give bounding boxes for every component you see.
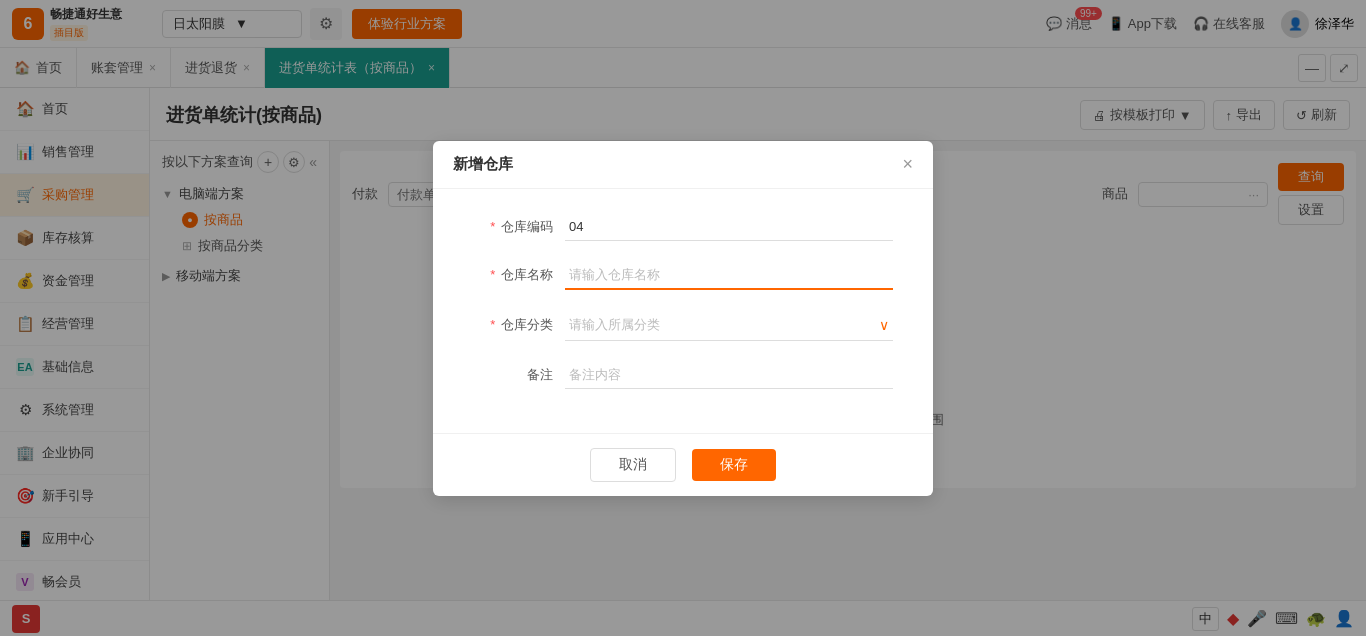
modal-header: 新增仓库 × bbox=[433, 141, 933, 189]
modal-close-button[interactable]: × bbox=[902, 155, 913, 173]
category-label: * 仓库分类 bbox=[473, 316, 553, 334]
warehouse-code-input[interactable] bbox=[565, 213, 893, 241]
form-row-code: * 仓库编码 bbox=[473, 213, 893, 241]
form-row-note: 备注 bbox=[473, 361, 893, 389]
modal-title: 新增仓库 bbox=[453, 155, 513, 174]
modal-body: * 仓库编码 * 仓库名称 * 仓库分类 请输入 bbox=[433, 189, 933, 433]
required-star-category: * bbox=[490, 317, 495, 332]
category-placeholder: 请输入所属分类 bbox=[569, 316, 879, 334]
form-row-category: * 仓库分类 请输入所属分类 ∨ bbox=[473, 310, 893, 341]
category-dropdown-icon: ∨ bbox=[879, 317, 889, 333]
form-row-name: * 仓库名称 bbox=[473, 261, 893, 290]
modal-new-warehouse: 新增仓库 × * 仓库编码 * 仓库名称 bbox=[433, 141, 933, 496]
modal-overlay[interactable]: 新增仓库 × * 仓库编码 * 仓库名称 bbox=[0, 0, 1366, 636]
name-label: * 仓库名称 bbox=[473, 266, 553, 284]
required-star-name: * bbox=[490, 267, 495, 282]
category-select[interactable]: 请输入所属分类 ∨ bbox=[565, 310, 893, 341]
code-label: * 仓库编码 bbox=[473, 218, 553, 236]
warehouse-name-input[interactable] bbox=[565, 261, 893, 290]
required-star-code: * bbox=[490, 219, 495, 234]
note-label: 备注 bbox=[473, 366, 553, 384]
cancel-button[interactable]: 取消 bbox=[590, 448, 676, 482]
modal-footer: 取消 保存 bbox=[433, 433, 933, 496]
warehouse-note-input[interactable] bbox=[565, 361, 893, 389]
save-button[interactable]: 保存 bbox=[692, 449, 776, 481]
